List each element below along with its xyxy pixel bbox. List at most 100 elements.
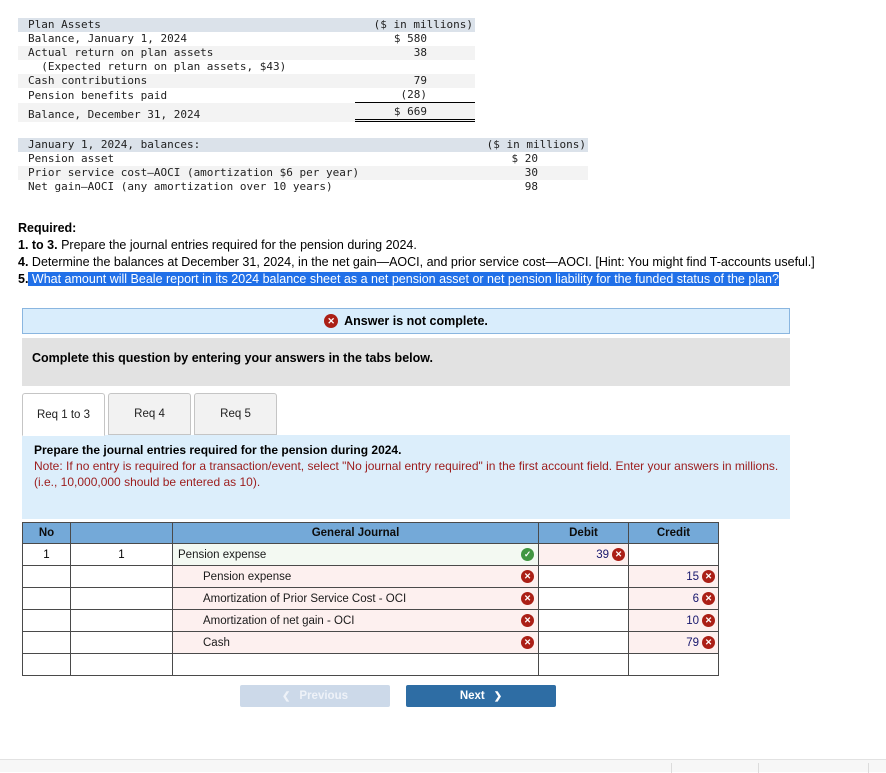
footer-divider [671,763,672,773]
plan-assets-title: Plan Assets [28,18,101,31]
account-status-icon [521,570,534,583]
banner-text: Answer is not complete. [344,314,488,328]
credit-value: 79 [686,636,699,649]
row-label: Prior service cost–AOCI (amortization $6… [28,166,360,179]
credit-field[interactable] [628,653,719,676]
transaction-no-cell [70,609,173,632]
credit-field[interactable]: 15 [628,565,719,588]
chevron-right-icon: ❯ [493,690,503,702]
entry-no-cell [22,587,71,610]
credit-value: 15 [686,570,699,583]
account-field[interactable]: Amortization of Prior Service Cost - OCI [172,587,539,610]
account-field[interactable] [172,653,539,676]
requirement-tab[interactable]: Req 5 [194,393,277,435]
transaction-no-cell [70,587,173,610]
row-label: (Expected return on plan assets, $43) [28,60,287,73]
debit-field[interactable] [538,609,629,632]
entry-no-cell [22,565,71,588]
header-debit: Debit [538,522,629,544]
requirement-tab[interactable]: Req 4 [108,393,191,435]
row-label: Balance, December 31, 2024 [28,108,201,121]
account-field[interactable]: Amortization of net gain - OCI [172,609,539,632]
plan-assets-row: Balance, January 1, 2024 $ 580 [18,32,475,46]
footer-divider [868,763,869,773]
credit-field[interactable]: 79 [628,631,719,654]
requirement-tabs: Req 1 to 3 Req 4 Req 5 [22,393,886,436]
plan-assets-row: Balance, December 31, 2024 $ 669 [18,103,475,122]
journal-header-row: No General Journal Debit Credit [22,522,719,544]
entry-no-cell [22,609,71,632]
credit-status-icon [702,592,715,605]
tab-panel: Prepare the journal entries required for… [22,435,790,519]
row-value: $ 580 [393,32,427,45]
journal-row: 1 1 Pension expense 39 [22,543,719,566]
debit-field[interactable] [538,631,629,654]
instruction-box: Complete this question by entering your … [22,338,790,386]
row-value: $ 20 [511,152,539,165]
footer-divider [758,763,759,773]
required-item-4: 4. Determine the balances at December 31… [18,255,815,269]
entry-no-cell: 1 [22,543,71,566]
row-value: 79 [413,74,427,87]
journal-row: Amortization of Prior Service Cost - OCI… [22,587,719,610]
page: Plan Assets ($ in millions) Balance, Jan… [0,18,886,773]
header-no: No [22,522,71,544]
plan-assets-row: Actual return on plan assets 38 [18,46,475,60]
debit-field[interactable] [538,565,629,588]
credit-field[interactable]: 10 [628,609,719,632]
panel-prompt: Prepare the journal entries required for… [34,443,402,457]
row-value: $ 669 [355,105,475,122]
entry-no-cell [22,631,71,654]
credit-status-icon [702,570,715,583]
plan-assets-units: ($ in millions) [373,18,473,31]
journal-row: Amortization of net gain - OCI 10 [22,609,719,632]
balances-title: January 1, 2024, balances: [28,138,201,151]
header-transaction [70,522,173,544]
row-label: Cash contributions [28,74,148,87]
plan-assets-table: Plan Assets ($ in millions) Balance, Jan… [18,18,475,122]
credit-value: 6 [692,592,699,605]
journal-row: Cash 79 [22,631,719,654]
required-title: Required: [18,221,77,235]
balances-header: January 1, 2024, balances: ($ in million… [18,138,588,152]
plan-assets-row: Pension benefits paid (28) [18,88,475,103]
credit-field[interactable] [628,543,719,566]
requirement-tab[interactable]: Req 1 to 3 [22,393,105,436]
header-credit: Credit [628,522,719,544]
answer-status-banner: Answer is not complete. [22,308,790,334]
row-label: Actual return on plan assets [28,46,214,59]
row-value: 38 [413,46,427,59]
balances-table: January 1, 2024, balances: ($ in million… [18,138,588,194]
next-button[interactable]: Next ❯ [406,685,556,707]
previous-button[interactable]: ❮ Previous [240,685,390,707]
row-label: Pension benefits paid [28,89,168,102]
account-status-icon [521,592,534,605]
credit-field[interactable]: 6 [628,587,719,610]
required-item-1: 1. to 3. Prepare the journal entries req… [18,238,417,252]
debit-field[interactable] [538,653,629,676]
balances-row: Pension asset $ 20 [18,152,588,166]
account-field[interactable]: Pension expense [172,543,539,566]
debit-field[interactable]: 39 [538,543,629,566]
selected-text: What amount will Beale report in its 202… [28,272,779,286]
transaction-no-cell [70,565,173,588]
plan-assets-header: Plan Assets ($ in millions) [18,18,475,32]
account-field[interactable]: Pension expense [172,565,539,588]
account-field[interactable]: Cash [172,631,539,654]
debit-field[interactable] [538,587,629,610]
navigation-buttons: ❮ Previous Next ❯ [240,685,886,707]
account-status-icon [521,548,534,561]
plan-assets-row: (Expected return on plan assets, $43) [18,60,475,74]
account-name: Amortization of Prior Service Cost - OCI [203,592,407,605]
panel-note: Note: If no entry is required for a tran… [34,459,779,489]
balances-units: ($ in millions) [486,138,586,151]
row-value: (28) [355,88,475,103]
row-value: 30 [524,166,538,179]
row-label: Net gain–AOCI (any amortization over 10 … [28,180,333,193]
account-name: Amortization of net gain - OCI [203,614,355,627]
chevron-left-icon: ❮ [282,690,291,702]
credit-value: 10 [686,614,699,627]
account-name: Cash [203,636,230,649]
account-status-icon [521,636,534,649]
row-value: 98 [524,180,538,193]
